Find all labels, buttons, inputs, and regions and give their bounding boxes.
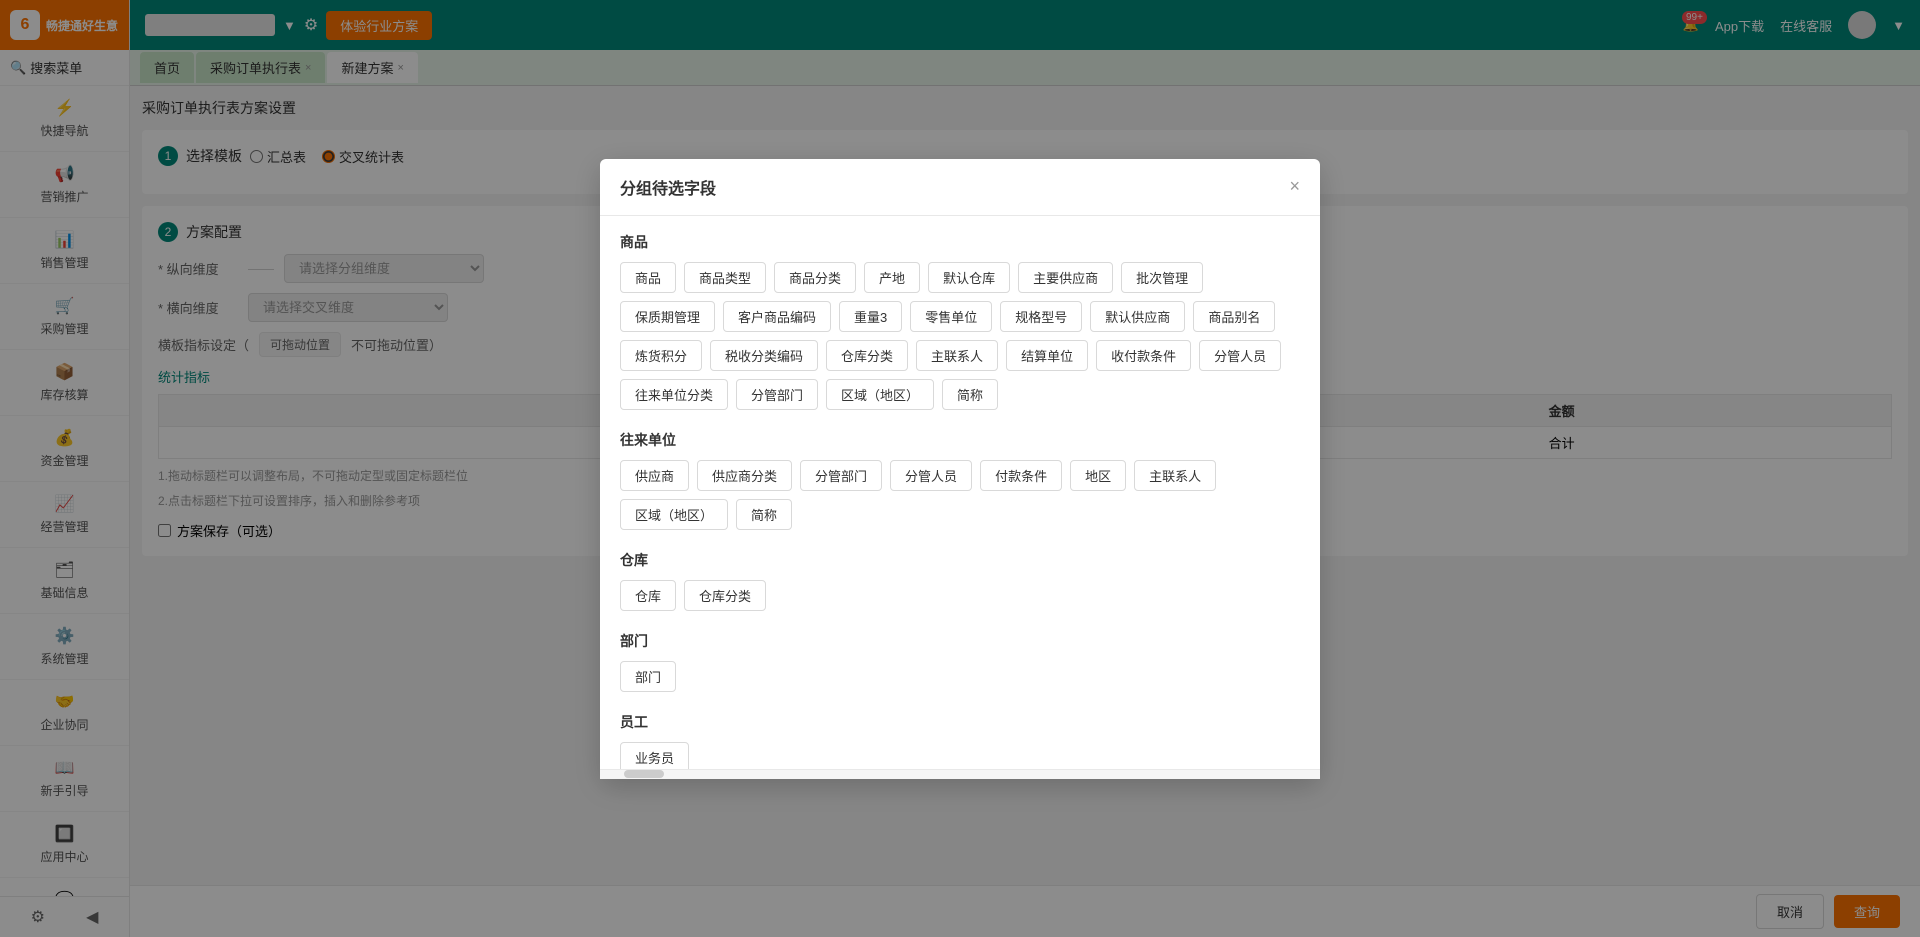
- field-tag-partner-region[interactable]: 区域（地区）: [620, 499, 728, 530]
- field-section-staff: 员工 业务员: [620, 712, 1300, 770]
- field-tags-partner: 供应商 供应商分类 分管部门 分管人员 付款条件 地区 主联系人 区域（地区） …: [620, 460, 1300, 530]
- field-tag-payment-condition[interactable]: 付款条件: [980, 460, 1062, 491]
- field-section-goods: 商品 商品 商品类型 商品分类 产地 默认仓库 主要供应商 批次管理 保质期管理…: [620, 232, 1300, 410]
- field-tags-goods: 商品 商品类型 商品分类 产地 默认仓库 主要供应商 批次管理 保质期管理 客户…: [620, 262, 1300, 410]
- field-tag-weight3[interactable]: 重量3: [839, 301, 902, 332]
- field-tags-dept: 部门: [620, 661, 1300, 692]
- field-tag-region[interactable]: 区域（地区）: [826, 379, 934, 410]
- section-title-dept: 部门: [620, 631, 1300, 651]
- field-select-modal: 分组待选字段 × 商品 商品 商品类型 商品分类 产地 默认仓库 主要供应商 批…: [600, 159, 1320, 779]
- section-title-goods: 商品: [620, 232, 1300, 252]
- field-tag-default-supplier[interactable]: 默认供应商: [1090, 301, 1185, 332]
- field-tag-default-warehouse[interactable]: 默认仓库: [928, 262, 1010, 293]
- field-tag-partner-dept[interactable]: 分管部门: [800, 460, 882, 491]
- field-tags-warehouse: 仓库 仓库分类: [620, 580, 1300, 611]
- modal-title: 分组待选字段: [620, 175, 716, 199]
- field-tag-batch-mgmt[interactable]: 批次管理: [1121, 262, 1203, 293]
- field-tag-partner-person[interactable]: 分管人员: [890, 460, 972, 491]
- field-tag-origin[interactable]: 产地: [864, 262, 920, 293]
- field-tag-supplier-category[interactable]: 供应商分类: [697, 460, 792, 491]
- section-title-staff: 员工: [620, 712, 1300, 732]
- field-tag-settlement-unit[interactable]: 结算单位: [1006, 340, 1088, 371]
- field-tag-shelf-life[interactable]: 保质期管理: [620, 301, 715, 332]
- field-tag-warehouse-cat[interactable]: 仓库分类: [684, 580, 766, 611]
- field-tag-dept[interactable]: 部门: [620, 661, 676, 692]
- modal-hscroll-thumb[interactable]: [624, 770, 664, 778]
- field-tags-staff: 业务员: [620, 742, 1300, 770]
- field-tag-customer-code[interactable]: 客户商品编码: [723, 301, 831, 332]
- section-title-warehouse: 仓库: [620, 550, 1300, 570]
- field-tag-refining-points[interactable]: 炼货积分: [620, 340, 702, 371]
- field-tag-salesperson[interactable]: 业务员: [620, 742, 689, 770]
- field-tag-tax-code[interactable]: 税收分类编码: [710, 340, 818, 371]
- field-tag-goods-alias[interactable]: 商品别名: [1193, 301, 1275, 332]
- field-section-dept: 部门 部门: [620, 631, 1300, 692]
- field-tag-partner-short[interactable]: 简称: [736, 499, 792, 530]
- modal-overlay: 分组待选字段 × 商品 商品 商品类型 商品分类 产地 默认仓库 主要供应商 批…: [0, 0, 1920, 937]
- modal-close-btn[interactable]: ×: [1289, 176, 1300, 197]
- field-tag-goods-category[interactable]: 商品分类: [774, 262, 856, 293]
- field-tag-supervisor[interactable]: 分管人员: [1199, 340, 1281, 371]
- field-tag-area[interactable]: 地区: [1070, 460, 1126, 491]
- field-tag-main-contact[interactable]: 主联系人: [916, 340, 998, 371]
- field-tag-retail-unit[interactable]: 零售单位: [910, 301, 992, 332]
- field-section-warehouse: 仓库 仓库 仓库分类: [620, 550, 1300, 611]
- field-tag-warehouse-category[interactable]: 仓库分类: [826, 340, 908, 371]
- modal-header: 分组待选字段 ×: [600, 159, 1320, 216]
- field-tag-warehouse[interactable]: 仓库: [620, 580, 676, 611]
- field-tag-spec-model[interactable]: 规格型号: [1000, 301, 1082, 332]
- field-tag-main-supplier[interactable]: 主要供应商: [1018, 262, 1113, 293]
- field-tag-short-name[interactable]: 简称: [942, 379, 998, 410]
- field-tag-supervisor-dept[interactable]: 分管部门: [736, 379, 818, 410]
- field-tag-goods-type[interactable]: 商品类型: [684, 262, 766, 293]
- field-section-partner: 往来单位 供应商 供应商分类 分管部门 分管人员 付款条件 地区 主联系人 区域…: [620, 430, 1300, 530]
- modal-hscrollbar[interactable]: [600, 769, 1320, 778]
- section-title-partner: 往来单位: [620, 430, 1300, 450]
- field-tag-partner-category[interactable]: 往来单位分类: [620, 379, 728, 410]
- field-tag-goods[interactable]: 商品: [620, 262, 676, 293]
- field-tag-partner-contact[interactable]: 主联系人: [1134, 460, 1216, 491]
- field-tag-payment-terms[interactable]: 收付款条件: [1096, 340, 1191, 371]
- field-tag-supplier[interactable]: 供应商: [620, 460, 689, 491]
- modal-body: 商品 商品 商品类型 商品分类 产地 默认仓库 主要供应商 批次管理 保质期管理…: [600, 216, 1320, 770]
